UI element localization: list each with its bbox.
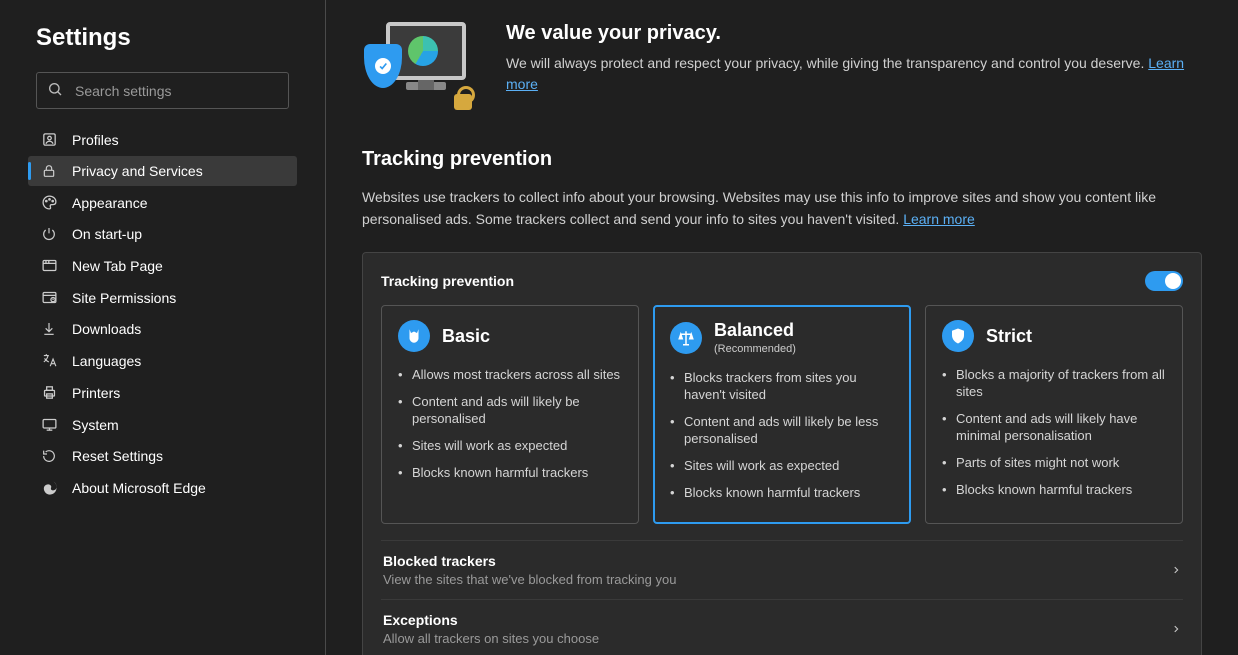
appearance-icon [40, 194, 58, 211]
profile-icon [40, 131, 58, 148]
content-area: We value your privacy. We will always pr… [326, 0, 1238, 655]
tracking-card-basic[interactable]: Basic Allows most trackers across all si… [381, 305, 639, 523]
sidebar-item-privacy[interactable]: Privacy and Services [28, 156, 297, 186]
card-title: Balanced [714, 320, 796, 341]
privacy-hero: We value your privacy. We will always pr… [362, 22, 1202, 112]
sidebar-item-label: Printers [72, 385, 120, 401]
sidebar-item-label: About Microsoft Edge [72, 480, 206, 496]
sidebar-item-downloads[interactable]: Downloads [28, 314, 297, 344]
card-point: Sites will work as expected [398, 433, 622, 460]
card-point: Parts of sites might not work [942, 450, 1166, 477]
sidebar-item-label: On start-up [72, 226, 142, 242]
reset-icon [40, 448, 58, 464]
tracking-toggle[interactable] [1145, 271, 1183, 291]
page-title: Settings [0, 24, 325, 72]
sidebar-item-label: System [72, 417, 119, 433]
hero-body: We will always protect and respect your … [506, 53, 1202, 95]
tracking-section-desc: Websites use trackers to collect info ab… [362, 187, 1202, 230]
search-input[interactable] [75, 83, 278, 99]
card-point: Blocks known harmful trackers [398, 460, 622, 487]
card-point: Content and ads will likely be less pers… [670, 409, 894, 453]
sidebar-item-label: Appearance [72, 195, 148, 211]
sidebar-item-label: Profiles [72, 132, 119, 148]
card-subtitle: (Recommended) [714, 343, 796, 355]
tracking-card-strict[interactable]: Strict Blocks a majority of trackers fro… [925, 305, 1183, 523]
blocked-trackers-row[interactable]: Blocked trackers View the sites that we'… [381, 540, 1183, 599]
strict-level-icon [942, 320, 974, 352]
tracking-level-cards: Basic Allows most trackers across all si… [381, 305, 1183, 523]
card-point: Blocks known harmful trackers [942, 477, 1166, 504]
sidebar-item-profiles[interactable]: Profiles [28, 124, 297, 155]
sidebar-item-about[interactable]: About Microsoft Edge [28, 472, 297, 503]
printer-icon [40, 384, 58, 401]
sidebar-item-newtab[interactable]: New Tab Page [28, 250, 297, 281]
lock-icon [40, 163, 58, 179]
tracking-section-title: Tracking prevention [362, 148, 1202, 171]
card-point: Content and ads will likely be personali… [398, 389, 622, 433]
card-point: Allows most trackers across all sites [398, 362, 622, 389]
language-icon [40, 352, 58, 369]
sidebar-item-reset[interactable]: Reset Settings [28, 441, 297, 471]
balanced-level-icon [670, 322, 702, 354]
power-icon [40, 226, 58, 242]
tracking-card-balanced[interactable]: Balanced (Recommended) Blocks trackers f… [653, 305, 911, 523]
sidebar-item-sitepermissions[interactable]: Site Permissions [28, 282, 297, 313]
system-icon [40, 416, 58, 433]
card-title: Basic [442, 326, 490, 347]
exceptions-row[interactable]: Exceptions Allow all trackers on sites y… [381, 599, 1183, 655]
hero-title: We value your privacy. [506, 22, 1202, 45]
card-point: Content and ads will likely have minimal… [942, 406, 1166, 450]
download-icon [40, 321, 58, 337]
sidebar-item-system[interactable]: System [28, 409, 297, 440]
sidebar-item-appearance[interactable]: Appearance [28, 187, 297, 218]
privacy-illustration [362, 22, 482, 112]
tracking-panel: Tracking prevention Basic Allows most tr… [362, 252, 1202, 655]
sidebar-item-label: Site Permissions [72, 290, 176, 306]
search-icon [47, 81, 63, 100]
settings-sidebar: Settings Profiles Privacy and Services A… [0, 0, 326, 655]
sidebar-item-startup[interactable]: On start-up [28, 219, 297, 249]
chevron-right-icon [1171, 563, 1181, 577]
row-subtitle: View the sites that we've blocked from t… [383, 572, 676, 587]
card-point: Sites will work as expected [670, 453, 894, 480]
sidebar-item-languages[interactable]: Languages [28, 345, 297, 376]
search-box[interactable] [36, 72, 289, 109]
sidebar-nav: Profiles Privacy and Services Appearance… [0, 123, 325, 504]
newtab-icon [40, 257, 58, 274]
chevron-right-icon [1171, 622, 1181, 636]
edge-icon [40, 479, 58, 496]
sidebar-item-label: New Tab Page [72, 258, 163, 274]
row-title: Blocked trackers [383, 553, 676, 569]
sidebar-item-label: Privacy and Services [72, 163, 203, 179]
row-title: Exceptions [383, 612, 599, 628]
sidebar-item-label: Languages [72, 353, 141, 369]
sidebar-item-label: Downloads [72, 321, 141, 337]
card-point: Blocks a majority of trackers from all s… [942, 362, 1166, 406]
card-title: Strict [986, 326, 1032, 347]
permissions-icon [40, 289, 58, 306]
tracking-learn-more-link[interactable]: Learn more [903, 211, 975, 227]
tracking-panel-label: Tracking prevention [381, 273, 514, 289]
basic-level-icon [398, 320, 430, 352]
row-subtitle: Allow all trackers on sites you choose [383, 631, 599, 646]
card-point: Blocks trackers from sites you haven't v… [670, 365, 894, 409]
sidebar-item-label: Reset Settings [72, 448, 163, 464]
sidebar-item-printers[interactable]: Printers [28, 377, 297, 408]
card-point: Blocks known harmful trackers [670, 480, 894, 507]
